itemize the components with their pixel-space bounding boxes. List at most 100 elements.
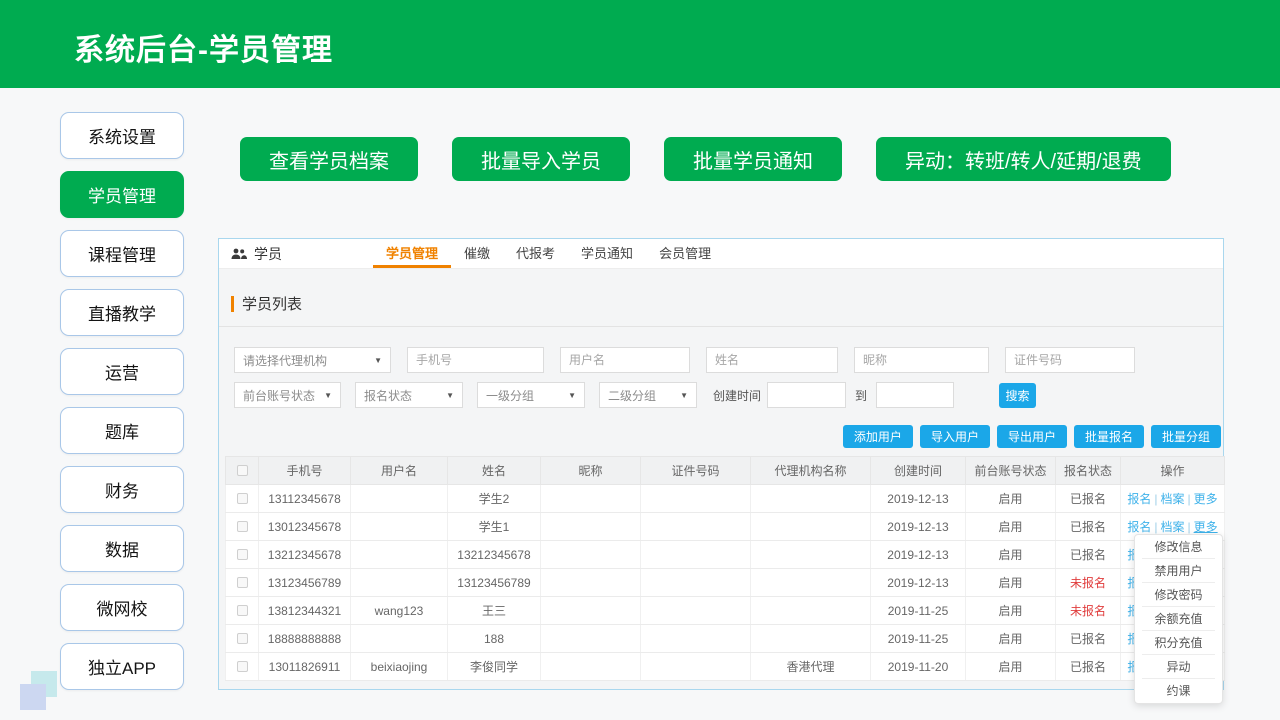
cell-account-status: 启用 [966,625,1056,653]
column-header: 昵称 [541,457,641,485]
cell-id-no [641,625,751,653]
export-user-button[interactable]: 导出用户 [997,425,1067,448]
tab-member-management[interactable]: 会员管理 [646,239,724,268]
sidebar: 系统设置学员管理课程管理直播教学运营题库财务数据微网校独立APP [60,112,184,690]
sidebar-item-student-management[interactable]: 学员管理 [60,171,184,218]
batch-group-button[interactable]: 批量分组 [1151,425,1221,448]
cell-username [351,541,448,569]
table-row: 13123456789131234567892019-12-13启用未报名报名|… [226,569,1225,597]
cell-agency [751,625,871,653]
search-button[interactable]: 搜索 [999,383,1036,408]
filter-group-level1-select[interactable]: 一级分组▼ [477,382,585,408]
change-transfer-button[interactable]: 异动：转班/转人/延期/退费 [876,137,1171,181]
filter-reg-status-value: 报名状态 [364,387,412,404]
menu-item-edit-info[interactable]: 修改信息 [1142,535,1215,559]
op-link-archive[interactable]: 档案 [1160,492,1184,506]
menu-item-points-recharge[interactable]: 积分充值 [1142,631,1215,655]
created-to-input[interactable] [876,382,954,408]
filter-name-input[interactable] [706,347,838,373]
menu-item-book-lesson[interactable]: 约课 [1142,679,1215,703]
row-checkbox[interactable] [237,493,248,504]
filter-nickname-input[interactable] [854,347,989,373]
sidebar-item-finance[interactable]: 财务 [60,466,184,513]
cell-username [351,485,448,513]
sidebar-item-question-bank[interactable]: 题库 [60,407,184,454]
tab-student-notice[interactable]: 学员通知 [568,239,646,268]
row-checkbox[interactable] [237,661,248,672]
cell-created: 2019-12-13 [871,541,966,569]
sidebar-item-label: 微网校 [97,595,148,620]
cell-nickname [541,625,641,653]
add-user-button[interactable]: 添加用户 [843,425,913,448]
cell-created: 2019-12-13 [871,513,966,541]
tab-proxy-exam[interactable]: 代报考 [503,239,568,268]
sidebar-item-micro-school[interactable]: 微网校 [60,584,184,631]
cell-agency [751,513,871,541]
created-time-label: 创建时间 [713,387,761,404]
sidebar-item-operations[interactable]: 运营 [60,348,184,395]
sidebar-item-course-management[interactable]: 课程管理 [60,230,184,277]
row-checkbox[interactable] [237,577,248,588]
row-checkbox[interactable] [237,549,248,560]
chevron-down-icon: ▼ [374,356,382,365]
row-checkbox-cell [226,653,259,681]
filters-row-2: 二级分组▼一级分组▼报名状态▼前台账号状态▼ 创建时间 到 搜索 [234,382,1223,408]
op-link-more[interactable]: 更多 [1194,492,1218,506]
import-user-button[interactable]: 导入用户 [920,425,990,448]
table-row: 13112345678学生22019-12-13启用已报名报名|档案|更多 [226,485,1225,513]
table-row: 13212345678132123456782019-12-13启用已报名报名|… [226,541,1225,569]
table-actions: 添加用户导入用户导出用户批量报名批量分组 [843,425,1221,448]
op-link-archive[interactable]: 档案 [1160,520,1184,534]
filter-phone-input[interactable] [407,347,544,373]
batch-import-students-button[interactable]: 批量导入学员 [452,137,630,181]
menu-item-disable-user[interactable]: 禁用用户 [1142,559,1215,583]
op-link-signup[interactable]: 报名 [1127,520,1151,534]
cell-id-no [641,541,751,569]
select-all-checkbox[interactable] [237,465,248,476]
menu-item-change-password[interactable]: 修改密码 [1142,583,1215,607]
cell-username [351,569,448,597]
cell-reg-status: 已报名 [1056,541,1121,569]
filter-reg-status-select[interactable]: 报名状态▼ [355,382,463,408]
batch-signup-button[interactable]: 批量报名 [1074,425,1144,448]
cell-id-no [641,569,751,597]
cell-reg-status: 未报名 [1056,569,1121,597]
op-link-more[interactable]: 更多 [1194,520,1218,534]
section-title: 学员列表 [242,293,302,314]
row-checkbox[interactable] [237,605,248,616]
batch-student-notify-button[interactable]: 批量学员通知 [664,137,842,181]
page-title: 系统后台-学员管理 [0,0,1280,69]
menu-item-change[interactable]: 异动 [1142,655,1215,679]
filter-username-input[interactable] [560,347,690,373]
cell-id-no [641,653,751,681]
view-student-archives-button[interactable]: 查看学员档案 [240,137,418,181]
agency-select[interactable]: 请选择代理机构 ▼ [234,347,391,373]
cell-username [351,625,448,653]
row-checkbox-cell [226,541,259,569]
section-header: 学员列表 [219,269,1223,327]
sidebar-item-data[interactable]: 数据 [60,525,184,572]
filter-account-status-select[interactable]: 前台账号状态▼ [234,382,341,408]
cell-agency: 香港代理 [751,653,871,681]
tab-payment-reminder[interactable]: 催缴 [451,239,503,268]
cell-phone: 13011826911 [259,653,351,681]
sidebar-item-standalone-app[interactable]: 独立APP [60,643,184,690]
panel-body: 学员列表 请选择代理机构 ▼ 二级分组▼一级分组▼报名状态▼前台账号状态▼ 创建… [219,269,1223,689]
filter-id-number-input[interactable] [1005,347,1135,373]
agency-select-value: 请选择代理机构 [243,352,327,369]
filter-group-level2-select[interactable]: 二级分组▼ [599,382,697,408]
created-from-input[interactable] [767,382,846,408]
row-checkbox[interactable] [237,633,248,644]
tab-student-management[interactable]: 学员管理 [373,239,451,268]
sidebar-item-live-teaching[interactable]: 直播教学 [60,289,184,336]
op-link-signup[interactable]: 报名 [1127,492,1151,506]
sidebar-item-label: 学员管理 [88,182,156,207]
cell-phone: 13212345678 [259,541,351,569]
sidebar-item-system-settings[interactable]: 系统设置 [60,112,184,159]
filter-group-level1-value: 一级分组 [486,387,534,404]
sidebar-item-label: 系统设置 [88,123,156,148]
cell-agency [751,597,871,625]
row-checkbox[interactable] [237,521,248,532]
menu-item-balance-recharge[interactable]: 余额充值 [1142,607,1215,631]
quick-actions: 查看学员档案批量导入学员批量学员通知异动：转班/转人/延期/退费 [240,137,1171,181]
